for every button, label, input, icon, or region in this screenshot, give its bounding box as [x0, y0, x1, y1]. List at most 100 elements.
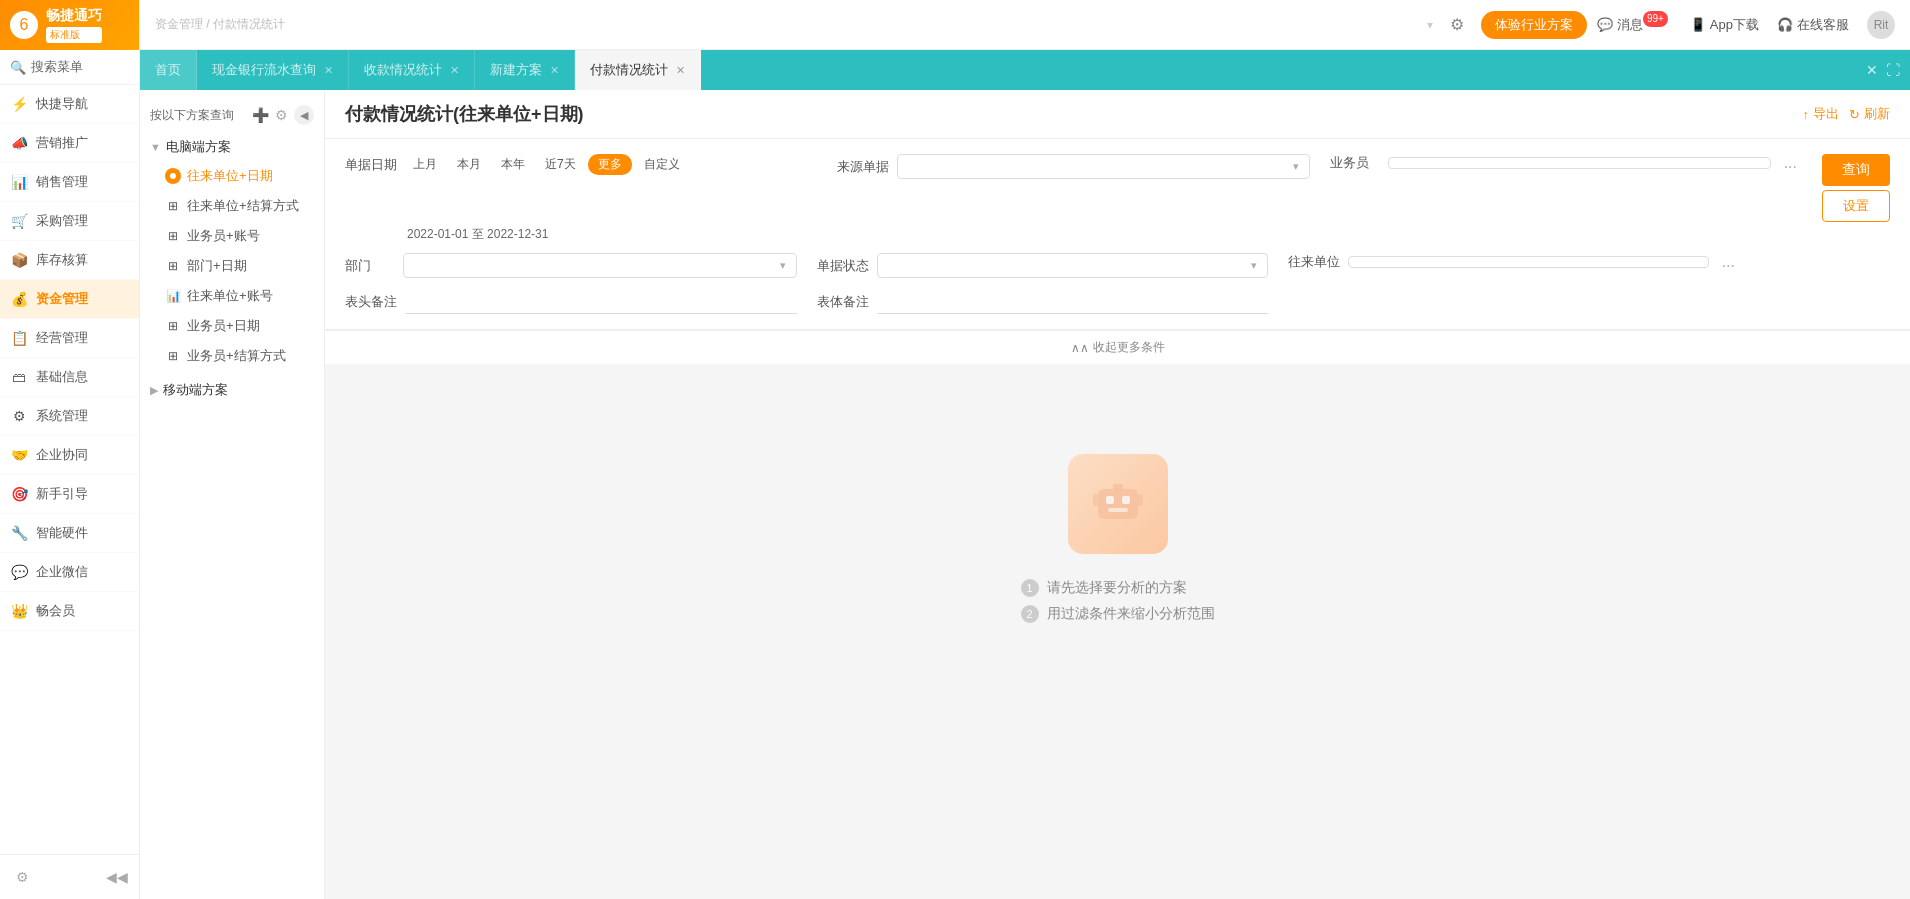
wechat-label: 企业微信	[36, 563, 88, 581]
user-avatar[interactable]: Rit	[1867, 11, 1895, 39]
trial-btn[interactable]: 体验行业方案	[1481, 11, 1587, 39]
page-header: 付款情况统计(往来单位+日期) ↑ 导出 ↻ 刷新	[325, 90, 1910, 139]
tab-expand-icon[interactable]: ⛶	[1886, 62, 1900, 78]
sidebar-item-system[interactable]: ⚙ 系统管理	[0, 397, 139, 436]
tab-receipts[interactable]: 收款情况统计 ✕	[349, 50, 475, 90]
sidebar-item-finance[interactable]: 💰 资金管理	[0, 280, 139, 319]
sidebar-settings-icon[interactable]: ⚙	[10, 865, 34, 889]
body-notes-input[interactable]	[877, 290, 1269, 314]
sidebar-item-newbie[interactable]: 🎯 新手引导	[0, 475, 139, 514]
date-this-year[interactable]: 本年	[493, 154, 533, 175]
plan-item-partner-date[interactable]: 往来单位+日期	[140, 161, 324, 191]
body-notes-label: 表体备注	[817, 293, 869, 311]
desktop-group-header[interactable]: ▼ 电脑端方案	[140, 133, 324, 161]
plan-item-dept-date-label: 部门+日期	[187, 257, 247, 275]
sidebar-item-purchase[interactable]: 🛒 采购管理	[0, 202, 139, 241]
tab-new-plan[interactable]: 新建方案 ✕	[475, 50, 575, 90]
plan-item-staff-payment[interactable]: ⊞ 业务员+结算方式	[140, 341, 324, 371]
plan-item-partner-payment[interactable]: ⊞ 往来单位+结算方式	[140, 191, 324, 221]
mobile-group-arrow-icon: ▶	[150, 384, 158, 397]
tab-payments-close-icon[interactable]: ✕	[676, 64, 685, 77]
tab-new-plan-close-icon[interactable]: ✕	[550, 64, 559, 77]
app-download-btn[interactable]: 📱 App下载	[1690, 16, 1759, 34]
empty-robot-icon	[1068, 454, 1168, 554]
plan-item-staff-date[interactable]: ⊞ 业务员+日期	[140, 311, 324, 341]
plan-item-dept-date[interactable]: ⊞ 部门+日期	[140, 251, 324, 281]
tab-payments[interactable]: 付款情况统计 ✕	[575, 50, 701, 90]
date-range-text: 2022-01-01 至 2022-12-31	[407, 227, 548, 241]
marketing-label: 营销推广	[36, 134, 88, 152]
sidebar-item-marketing[interactable]: 📣 营销推广	[0, 124, 139, 163]
marketing-icon: 📣	[10, 134, 28, 152]
left-panel-title: 按以下方案查询	[150, 107, 234, 124]
collapse-label: 收起更多条件	[1093, 339, 1165, 356]
plan-item-partner-account[interactable]: 📊 往来单位+账号	[140, 281, 324, 311]
query-btn[interactable]: 查询	[1822, 154, 1890, 186]
doc-status-select[interactable]: ▾	[877, 253, 1269, 278]
system-label: 系统管理	[36, 407, 88, 425]
collapse-arrow-icon: ∧∧	[1071, 341, 1089, 355]
main-content: 按以下方案查询 ➕ ⚙ ◀ ▼ 电脑端方案 往来单位+日期 ⊞	[140, 90, 1910, 899]
sidebar-item-basic-info[interactable]: 🗃 基础信息	[0, 358, 139, 397]
sidebar-item-quick-nav[interactable]: ⚡ 快捷导航	[0, 85, 139, 124]
breadcrumb-text: 资金管理 / 付款情况统计	[155, 16, 285, 33]
plan-item-active-icon	[165, 168, 181, 184]
collapse-bar[interactable]: ∧∧ 收起更多条件	[325, 330, 1910, 364]
sidebar-item-enterprise[interactable]: 🤝 企业协同	[0, 436, 139, 475]
date-label: 单据日期	[345, 156, 397, 174]
export-btn[interactable]: ↑ 导出	[1803, 105, 1840, 123]
add-plan-icon[interactable]: ➕	[252, 107, 269, 123]
tab-close-all-icon[interactable]: ✕	[1866, 62, 1878, 78]
tab-bank-flow-close-icon[interactable]: ✕	[324, 64, 333, 77]
left-panel-icons: ➕ ⚙ ◀	[252, 105, 314, 125]
header: 资金管理 / 付款情况统计 ▾ ⚙ 体验行业方案 💬 消息 99+ 📱 App下…	[140, 0, 1910, 50]
search-menu[interactable]: 🔍 搜索菜单	[0, 50, 139, 85]
left-panel-collapse-btn[interactable]: ◀	[294, 105, 314, 125]
system-icon: ⚙	[10, 407, 28, 425]
date-last-month[interactable]: 上月	[405, 154, 445, 175]
partner-dots[interactable]: ...	[1717, 253, 1740, 271]
sidebar-item-vip[interactable]: 👑 畅会员	[0, 592, 139, 631]
header-notes-input[interactable]	[405, 290, 797, 314]
service-icon: 🎧	[1777, 17, 1793, 32]
filter-row-3: 表头备注 表体备注	[345, 290, 1890, 314]
app-download-label: App下载	[1710, 16, 1759, 34]
staff-label: 业务员	[1330, 154, 1380, 172]
sidebar-item-inventory[interactable]: 📦 库存核算	[0, 241, 139, 280]
date-more[interactable]: 更多	[588, 154, 632, 175]
online-service-btn[interactable]: 🎧 在线客服	[1777, 16, 1849, 34]
avatar-text: Rit	[1874, 18, 1889, 32]
app-name: 畅捷通巧	[46, 7, 102, 25]
sidebar-item-operations[interactable]: 📋 经营管理	[0, 319, 139, 358]
tab-home[interactable]: 首页	[140, 50, 197, 90]
refresh-btn[interactable]: ↻ 刷新	[1849, 105, 1890, 123]
sidebar-item-wechat[interactable]: 💬 企业微信	[0, 553, 139, 592]
sidebar-item-sales[interactable]: 📊 销售管理	[0, 163, 139, 202]
sidebar-item-hardware[interactable]: 🔧 智能硬件	[0, 514, 139, 553]
plan-settings-icon[interactable]: ⚙	[275, 107, 288, 123]
operations-icon: 📋	[10, 329, 28, 347]
plan-item-staff-payment-label: 业务员+结算方式	[187, 347, 286, 365]
dept-select[interactable]: ▾	[403, 253, 797, 278]
svg-rect-5	[1093, 494, 1098, 506]
partner-select[interactable]	[1348, 256, 1708, 268]
source-label: 来源单据	[837, 158, 889, 176]
plan-item-staff-account[interactable]: ⊞ 业务员+账号	[140, 221, 324, 251]
filter-dept-field: 部门 ▾	[345, 253, 797, 278]
source-select[interactable]: ▾	[897, 154, 1309, 179]
messages-btn[interactable]: 💬 消息 99+	[1597, 16, 1672, 34]
date-this-month[interactable]: 本月	[449, 154, 489, 175]
query-btns: 查询 设置	[1822, 154, 1890, 222]
sidebar-collapse-icon[interactable]: ◀◀	[105, 865, 129, 889]
desktop-plan-group: ▼ 电脑端方案 往来单位+日期 ⊞ 往来单位+结算方式 ⊞ 业务员+账号	[140, 133, 324, 371]
tab-bank-flow[interactable]: 现金银行流水查询 ✕	[197, 50, 349, 90]
tab-receipts-close-icon[interactable]: ✕	[450, 64, 459, 77]
mobile-group-header[interactable]: ▶ 移动端方案	[140, 376, 324, 404]
left-panel-header: 按以下方案查询 ➕ ⚙ ◀	[140, 100, 324, 133]
date-custom[interactable]: 自定义	[636, 154, 688, 175]
header-gear-icon[interactable]: ⚙	[1443, 11, 1471, 39]
staff-select[interactable]	[1388, 157, 1771, 169]
date-last-7days[interactable]: 近7天	[537, 154, 584, 175]
settings-btn[interactable]: 设置	[1822, 190, 1890, 222]
staff-dots[interactable]: ...	[1779, 154, 1802, 172]
